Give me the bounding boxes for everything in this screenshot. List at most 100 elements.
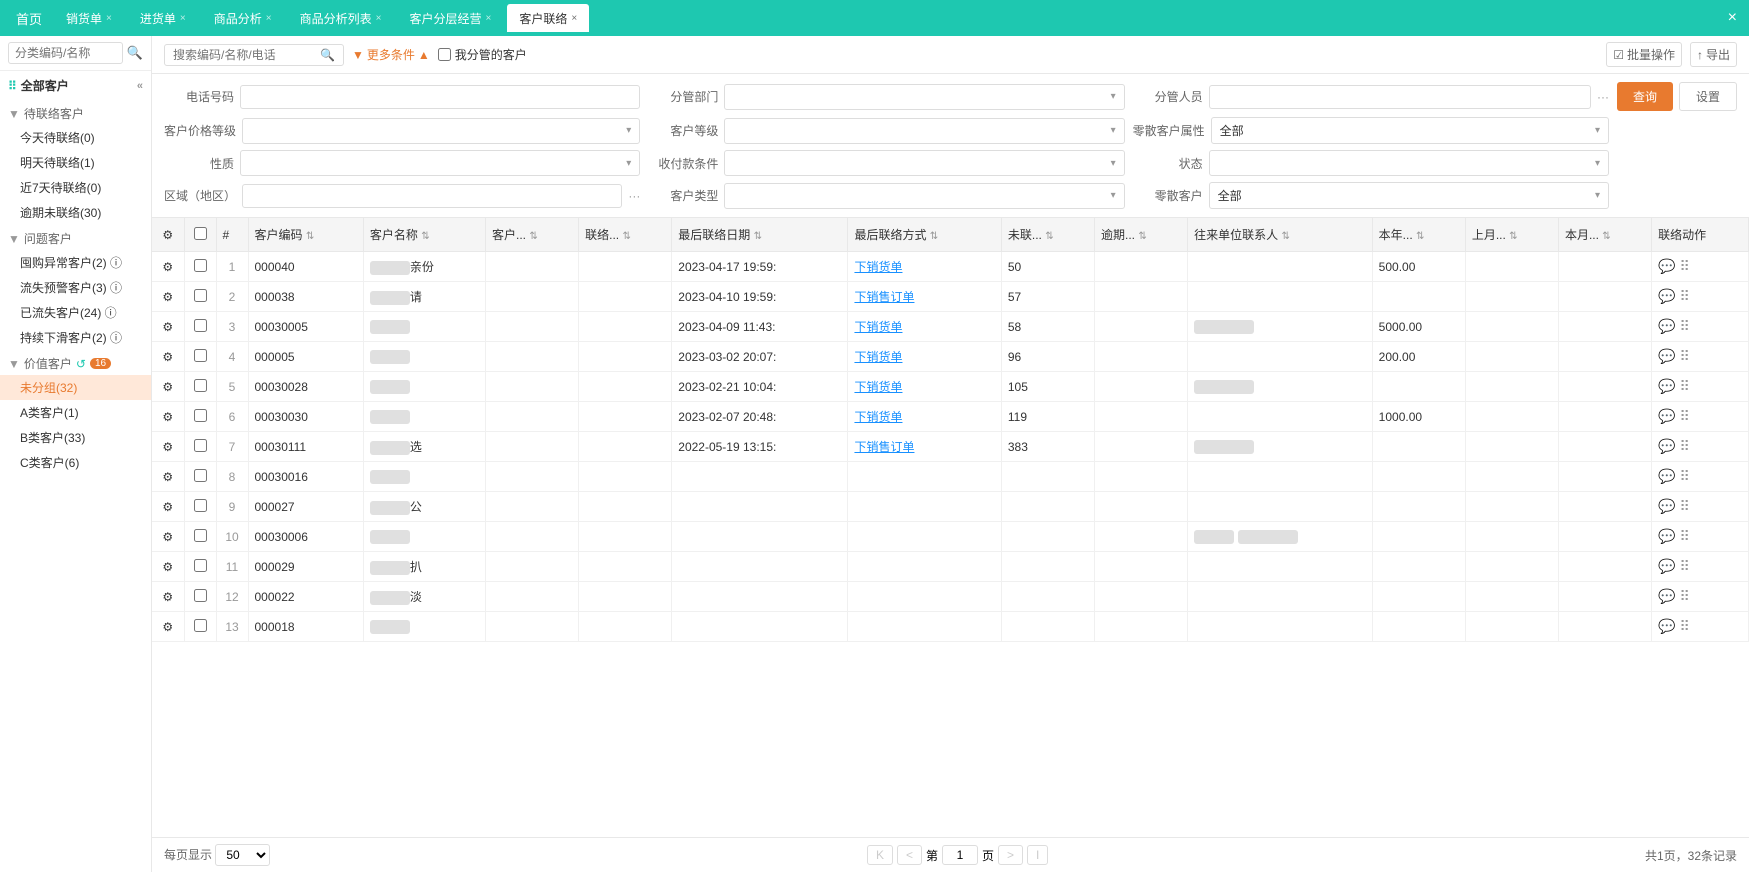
th-this-year[interactable]: 本年... ⇅ — [1372, 218, 1465, 252]
row-checkbox[interactable] — [194, 619, 207, 632]
th-last-month[interactable]: 上月... ⇅ — [1465, 218, 1558, 252]
nav-close-button[interactable]: × — [1724, 9, 1741, 27]
status-select[interactable]: ▾ — [1209, 150, 1609, 176]
more-icon[interactable]: ⠿ — [1680, 438, 1690, 455]
td-settings[interactable]: ⚙ — [152, 582, 184, 612]
customer-type-select[interactable]: ▾ — [724, 183, 1124, 209]
batch-ops-btn[interactable]: ☑ 批量操作 — [1606, 42, 1682, 67]
row-checkbox[interactable] — [194, 439, 207, 452]
problem-customers-group[interactable]: ▼ 问题客户 — [0, 225, 151, 250]
th-last-contact-method[interactable]: 最后联络方式 ⇅ — [848, 218, 1001, 252]
message-icon[interactable]: 💬 — [1658, 348, 1675, 365]
sidebar-search-input[interactable] — [8, 42, 123, 64]
contact-method-link[interactable]: 下销货单 — [854, 320, 902, 334]
nav-tab-customer-tier[interactable]: 客户分层经营 × — [397, 4, 503, 32]
th-this-month[interactable]: 本月... ⇅ — [1558, 218, 1651, 252]
td-settings[interactable]: ⚙ — [152, 612, 184, 642]
td-checkbox[interactable] — [184, 612, 216, 642]
sidebar-item-declining[interactable]: 持续下滑客户(2) ⓘ — [0, 325, 151, 350]
message-icon[interactable]: 💬 — [1658, 618, 1675, 635]
price-grade-select[interactable]: ▾ — [242, 118, 640, 144]
close-sales-tab[interactable]: × — [106, 13, 112, 24]
more-icon[interactable]: ⠿ — [1680, 588, 1690, 605]
all-customers-header[interactable]: ⠿ 全部客户 « — [0, 71, 151, 100]
td-checkbox[interactable] — [184, 582, 216, 612]
nav-tab-customer-contact[interactable]: 客户联络 × — [507, 4, 589, 32]
dept-select[interactable]: ▾ — [724, 84, 1124, 110]
manager-dots[interactable]: ··· — [1597, 90, 1609, 104]
contact-method-link[interactable]: 下销货单 — [854, 260, 902, 274]
more-icon[interactable]: ⠿ — [1680, 348, 1690, 365]
region-input[interactable] — [242, 184, 622, 208]
manager-input[interactable] — [1209, 85, 1591, 109]
more-icon[interactable]: ⠿ — [1680, 408, 1690, 425]
message-icon[interactable]: 💬 — [1658, 318, 1675, 335]
close-analysis-list-tab[interactable]: × — [376, 13, 382, 24]
per-page-select[interactable]: 50 100 — [215, 844, 270, 866]
last-page-btn[interactable]: I — [1027, 845, 1048, 865]
td-settings[interactable]: ⚙ — [152, 282, 184, 312]
sidebar-item-week[interactable]: 近7天待联络(0) — [0, 175, 151, 200]
message-icon[interactable]: 💬 — [1658, 588, 1675, 605]
more-filters-btn[interactable]: ▼ 更多条件 ▲ — [352, 46, 430, 63]
row-checkbox[interactable] — [194, 319, 207, 332]
sidebar-item-classA[interactable]: A类客户(1) — [0, 400, 151, 425]
my-customers-checkbox[interactable]: 我分管的客户 — [438, 46, 527, 63]
payment-select[interactable]: ▾ — [724, 150, 1124, 176]
value-customers-group[interactable]: ▼ 价值客户 ↺ 16 — [0, 350, 151, 375]
query-button[interactable]: 查询 — [1617, 82, 1673, 111]
message-icon[interactable]: 💬 — [1658, 438, 1675, 455]
th-contact[interactable]: 联络... ⇅ — [579, 218, 672, 252]
th-last-contact-date[interactable]: 最后联络日期 ⇅ — [672, 218, 848, 252]
td-settings[interactable]: ⚙ — [152, 522, 184, 552]
td-checkbox[interactable] — [184, 492, 216, 522]
more-icon[interactable]: ⠿ — [1680, 498, 1690, 515]
more-icon[interactable]: ⠿ — [1680, 378, 1690, 395]
message-icon[interactable]: 💬 — [1658, 258, 1675, 275]
more-icon[interactable]: ⠿ — [1680, 468, 1690, 485]
th-not-contacted[interactable]: 未联... ⇅ — [1001, 218, 1094, 252]
th-checkbox[interactable] — [184, 218, 216, 252]
refresh-icon[interactable]: ↺ — [76, 357, 86, 371]
nav-tab-sales[interactable]: 销货单 × — [54, 4, 124, 32]
close-analysis-tab[interactable]: × — [266, 13, 272, 24]
select-all-checkbox[interactable] — [194, 227, 207, 240]
collapse-icon[interactable]: « — [137, 80, 143, 92]
row-checkbox[interactable] — [194, 259, 207, 272]
td-settings[interactable]: ⚙ — [152, 372, 184, 402]
nav-home[interactable]: 首页 — [8, 9, 50, 28]
contact-method-link[interactable]: 下销货单 — [854, 410, 902, 424]
row-checkbox[interactable] — [194, 379, 207, 392]
retail-attr-select[interactable]: 全部 ▾ — [1211, 117, 1609, 144]
td-settings[interactable]: ⚙ — [152, 252, 184, 282]
sidebar-item-ungrouped[interactable]: 未分组(32) — [0, 375, 151, 400]
message-icon[interactable]: 💬 — [1658, 528, 1675, 545]
more-icon[interactable]: ⠿ — [1680, 558, 1690, 575]
td-checkbox[interactable] — [184, 462, 216, 492]
td-checkbox[interactable] — [184, 432, 216, 462]
message-icon[interactable]: 💬 — [1658, 378, 1675, 395]
td-settings[interactable]: ⚙ — [152, 492, 184, 522]
more-icon[interactable]: ⠿ — [1680, 618, 1690, 635]
td-checkbox[interactable] — [184, 252, 216, 282]
main-search-input[interactable] — [173, 48, 316, 62]
td-checkbox[interactable] — [184, 342, 216, 372]
reset-button[interactable]: 设置 — [1679, 82, 1737, 111]
sidebar-item-hoarding[interactable]: 囤购异常客户(2) ⓘ — [0, 250, 151, 275]
row-checkbox[interactable] — [194, 289, 207, 302]
sidebar-item-churn-warning[interactable]: 流失预警客户(3) ⓘ — [0, 275, 151, 300]
td-checkbox[interactable] — [184, 522, 216, 552]
row-checkbox[interactable] — [194, 529, 207, 542]
contact-method-link[interactable]: 下销售订单 — [854, 440, 914, 454]
close-purchase-tab[interactable]: × — [180, 13, 186, 24]
close-customer-tier-tab[interactable]: × — [485, 13, 491, 24]
row-checkbox[interactable] — [194, 409, 207, 422]
th-code[interactable]: 客户编码 ⇅ — [248, 218, 363, 252]
pending-contact-group[interactable]: ▼ 待联络客户 — [0, 100, 151, 125]
contact-method-link[interactable]: 下销售订单 — [854, 290, 914, 304]
nature-select[interactable]: ▾ — [240, 150, 640, 176]
nav-tab-analysis-list[interactable]: 商品分析列表 × — [288, 4, 394, 32]
more-icon[interactable]: ⠿ — [1680, 528, 1690, 545]
nav-tab-analysis[interactable]: 商品分析 × — [202, 4, 284, 32]
more-icon[interactable]: ⠿ — [1680, 318, 1690, 335]
